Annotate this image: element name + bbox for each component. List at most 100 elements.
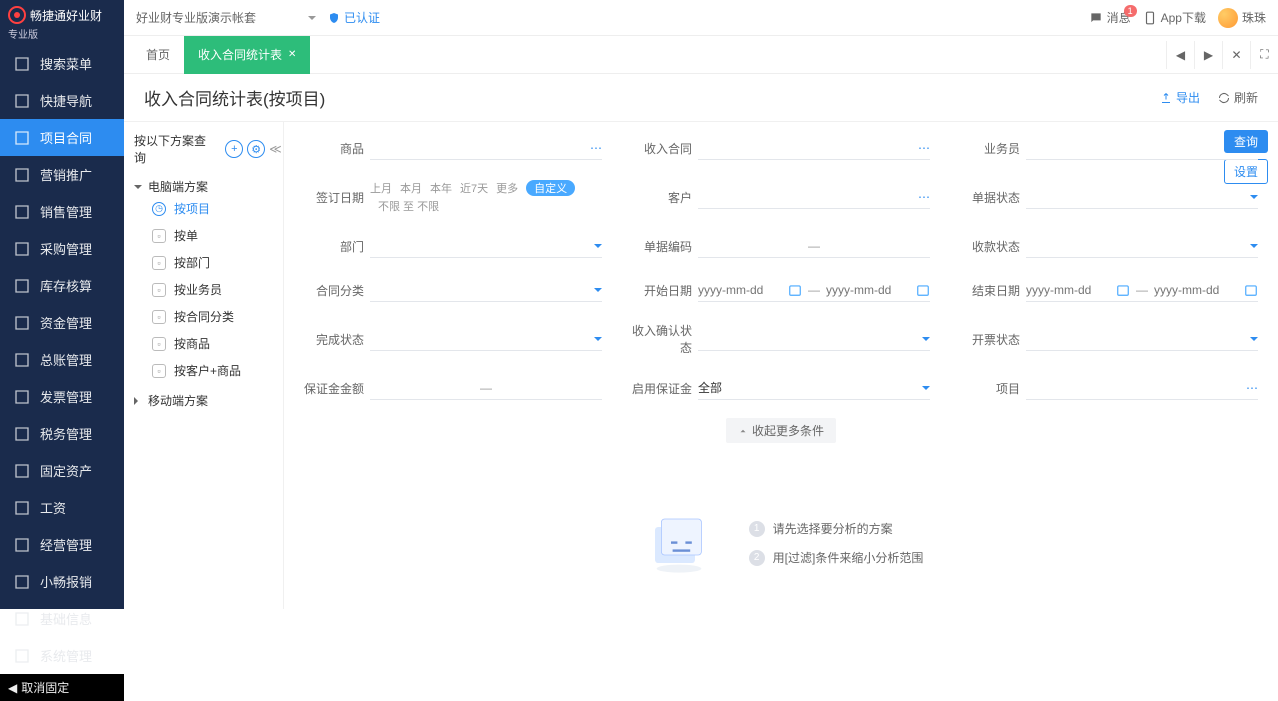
more-icon[interactable]: ⋯ bbox=[1246, 141, 1258, 155]
filter-开票状态: 开票状态 bbox=[960, 322, 1258, 356]
tabs-close-all[interactable]: ✕ bbox=[1222, 41, 1250, 69]
scheme-item-6[interactable]: ▫按客户+商品 bbox=[152, 357, 283, 384]
sidebar-item-10[interactable]: 税务管理 bbox=[0, 415, 124, 452]
calendar-icon bbox=[788, 283, 802, 297]
sign-date-custom[interactable]: 自定义 bbox=[526, 180, 575, 196]
sidebar-item-1[interactable]: 快捷导航 bbox=[0, 82, 124, 119]
app-download-button[interactable]: App下载 bbox=[1143, 9, 1206, 26]
filter-input[interactable]: ⋯ bbox=[1026, 376, 1258, 400]
filter-select[interactable] bbox=[370, 278, 602, 302]
add-scheme-button[interactable]: + bbox=[225, 140, 243, 158]
cart-icon bbox=[14, 241, 30, 257]
scheme-group-0[interactable]: 电脑端方案 bbox=[134, 178, 283, 195]
page-title: 收入合同统计表(按项目) bbox=[144, 85, 325, 110]
chevron-down-icon bbox=[922, 337, 930, 345]
sidebar: 畅捷通好业财 专业版 搜索菜单快捷导航项目合同营销推广销售管理采购管理库存核算资… bbox=[0, 0, 124, 609]
org-selector[interactable]: 好业财专业版演示帐套 bbox=[136, 9, 316, 26]
scheme-item-4[interactable]: ▫按合同分类 bbox=[152, 303, 283, 330]
filter-select[interactable] bbox=[698, 327, 930, 351]
chevron-down-icon bbox=[308, 16, 316, 24]
scheme-item-2[interactable]: ▫按部门 bbox=[152, 249, 283, 276]
more-icon[interactable]: ⋯ bbox=[590, 141, 602, 155]
sidebar-footer-toggle[interactable]: ◀取消固定 bbox=[0, 674, 124, 701]
settings-button[interactable]: 设置 bbox=[1224, 159, 1268, 184]
filter-sign-date: 签订日期上月本月本年近7天更多自定义不限 至 不限 bbox=[304, 180, 602, 214]
filter-select[interactable] bbox=[370, 234, 602, 258]
user-icon: ▫ bbox=[152, 283, 166, 297]
invoice-icon bbox=[14, 389, 30, 405]
notice-button[interactable]: 消息 1 bbox=[1089, 9, 1131, 26]
scheme-item-0[interactable]: ◷按项目 bbox=[152, 195, 283, 222]
filter-select[interactable] bbox=[1026, 185, 1258, 209]
refresh-icon bbox=[1218, 92, 1230, 104]
scheme-settings-button[interactable]: ⚙ bbox=[247, 140, 265, 158]
sidebar-item-8[interactable]: 总账管理 bbox=[0, 341, 124, 378]
phone-icon bbox=[1143, 11, 1157, 25]
sidebar-item-6[interactable]: 库存核算 bbox=[0, 267, 124, 304]
sidebar-item-15[interactable]: 基础信息 bbox=[0, 600, 124, 637]
filter-商品: 商品⋯ bbox=[304, 136, 602, 160]
filter-input[interactable]: ⋯ bbox=[1026, 136, 1258, 160]
tabs-next[interactable]: ▶ bbox=[1194, 41, 1222, 69]
tab-1[interactable]: 收入合同统计表✕ bbox=[184, 36, 310, 74]
sidebar-item-11[interactable]: 固定资产 bbox=[0, 452, 124, 489]
tabs-fullscreen[interactable]: ⛶ bbox=[1250, 41, 1278, 69]
chevron-down-icon bbox=[1250, 244, 1258, 252]
scheme-group-1[interactable]: 移动端方案 bbox=[134, 392, 283, 409]
filter-input[interactable]: ⋯ bbox=[698, 185, 930, 209]
schemes-title: 按以下方案查询 bbox=[134, 132, 217, 166]
filter-select[interactable] bbox=[1026, 234, 1258, 258]
tabs-prev[interactable]: ◀ bbox=[1166, 41, 1194, 69]
more-icon[interactable]: ⋯ bbox=[918, 190, 930, 204]
filter-select[interactable] bbox=[1026, 327, 1258, 351]
export-button[interactable]: 导出 bbox=[1160, 89, 1200, 106]
sidebar-item-7[interactable]: 资金管理 bbox=[0, 304, 124, 341]
scheme-item-5[interactable]: ▫按商品 bbox=[152, 330, 283, 357]
chevron-down-icon bbox=[1250, 337, 1258, 345]
sidebar-item-9[interactable]: 发票管理 bbox=[0, 378, 124, 415]
user-menu[interactable]: 珠珠 bbox=[1218, 8, 1266, 28]
tab-close-icon[interactable]: ✕ bbox=[288, 49, 296, 60]
schemes-collapse[interactable]: ≪ bbox=[269, 142, 283, 156]
sidebar-item-5[interactable]: 采购管理 bbox=[0, 230, 124, 267]
sidebar-item-12[interactable]: 工资 bbox=[0, 489, 124, 526]
sidebar-item-3[interactable]: 营销推广 bbox=[0, 156, 124, 193]
filter-range[interactable]: — bbox=[698, 234, 930, 258]
prod-icon: ▫ bbox=[152, 337, 166, 351]
empty-step-2: 用[过滤]条件来缩小分析范围 bbox=[773, 549, 924, 566]
more-icon[interactable]: ⋯ bbox=[1246, 381, 1258, 395]
empty-state: 1请先选择要分析的方案 2用[过滤]条件来缩小分析范围 bbox=[304, 503, 1258, 583]
more-icon[interactable]: ⋯ bbox=[918, 141, 930, 155]
filter-项目: 项目⋯ bbox=[960, 376, 1258, 400]
sidebar-item-2[interactable]: 项目合同 bbox=[0, 119, 124, 156]
filter-部门: 部门 bbox=[304, 234, 602, 258]
sys-icon bbox=[14, 648, 30, 664]
filter-select[interactable] bbox=[370, 327, 602, 351]
scheme-item-1[interactable]: ▫按单 bbox=[152, 222, 283, 249]
ledger-icon bbox=[14, 352, 30, 368]
refresh-button[interactable]: 刷新 bbox=[1218, 89, 1258, 106]
filter-收款状态: 收款状态 bbox=[960, 234, 1258, 258]
reimb-icon bbox=[14, 574, 30, 590]
filter-daterange[interactable]: — bbox=[1026, 278, 1258, 302]
filter-range[interactable]: — bbox=[370, 376, 602, 400]
expand-icon bbox=[134, 185, 142, 193]
brand-edition: 专业版 bbox=[0, 26, 124, 41]
tabs-bar: 首页收入合同统计表✕ ◀ ▶ ✕ ⛶ bbox=[124, 36, 1278, 74]
filter-input[interactable]: ⋯ bbox=[698, 136, 930, 160]
filter-单据编码: 单据编码— bbox=[632, 234, 930, 258]
sidebar-item-4[interactable]: 销售管理 bbox=[0, 193, 124, 230]
sidebar-item-16[interactable]: 系统管理 bbox=[0, 637, 124, 674]
filter-结束日期: 结束日期— bbox=[960, 278, 1258, 302]
tab-0[interactable]: 首页 bbox=[132, 36, 184, 74]
sidebar-item-13[interactable]: 经营管理 bbox=[0, 526, 124, 563]
filter-daterange[interactable]: — bbox=[698, 278, 930, 302]
filter-input[interactable]: ⋯ bbox=[370, 136, 602, 160]
sidebar-item-0[interactable]: 搜索菜单 bbox=[0, 45, 124, 82]
sidebar-item-14[interactable]: 小畅报销 bbox=[0, 563, 124, 600]
collapse-filters-button[interactable]: 收起更多条件 bbox=[726, 418, 836, 443]
filter-select[interactable]: 全部 bbox=[698, 376, 930, 400]
clock-icon: ◷ bbox=[152, 202, 166, 216]
scheme-item-3[interactable]: ▫按业务员 bbox=[152, 276, 283, 303]
tax-icon bbox=[14, 426, 30, 442]
